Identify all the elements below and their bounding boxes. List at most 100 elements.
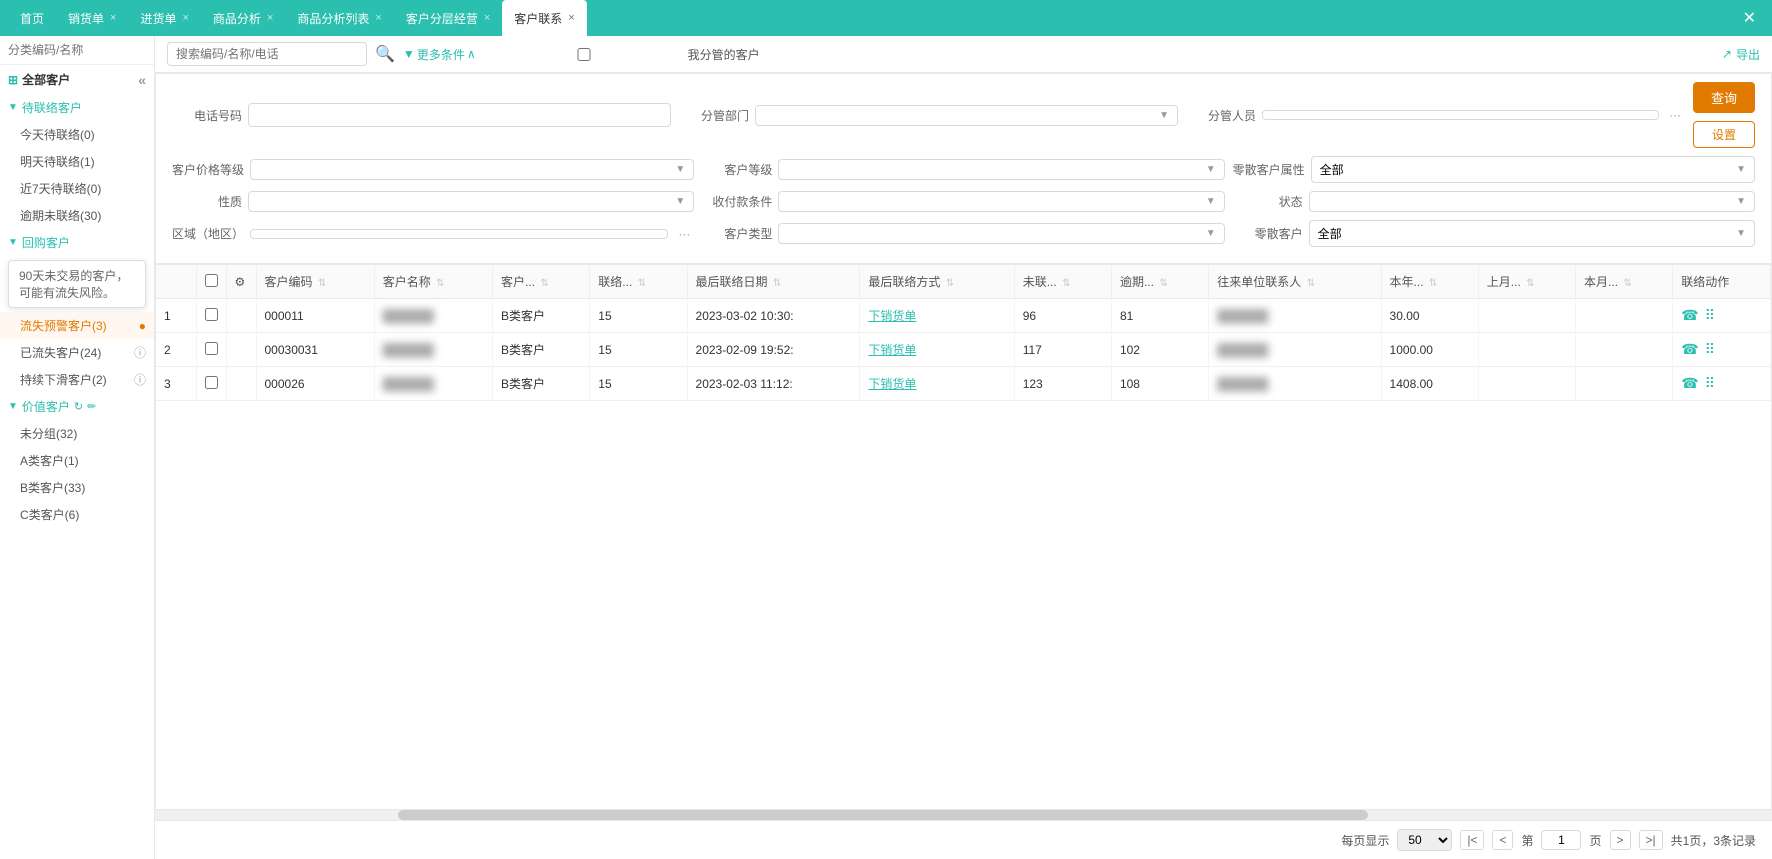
cell-last-method[interactable]: 下销货单 <box>860 299 1014 333</box>
col-customer-code-label: 客户编码 <box>265 275 313 289</box>
sidebar-churn-warning[interactable]: 流失预警客户(3) ● <box>0 312 154 339</box>
declining-label: 持续下滑客户(2) <box>20 371 107 388</box>
horizontal-scrollbar[interactable] <box>155 810 1772 820</box>
sidebar-all-customers[interactable]: ⊞ 全部客户 « <box>0 65 154 94</box>
page-input[interactable] <box>1541 830 1581 850</box>
sidebar-overdue-contact[interactable]: 逾期未联络(30) <box>0 202 154 229</box>
contact-icon[interactable]: ☎ <box>1681 307 1698 324</box>
tab-sales[interactable]: 销货单 × <box>56 0 128 36</box>
export-button[interactable]: ↗ 导出 <box>1722 46 1760 63</box>
col-last-month[interactable]: 上月... ⇅ <box>1478 265 1575 299</box>
sidebar-class-c[interactable]: C类客户(6) <box>0 501 154 528</box>
col-this-month[interactable]: 本月... ⇅ <box>1576 265 1673 299</box>
col-uncontacted[interactable]: 未联... ⇅ <box>1014 265 1111 299</box>
tab-product-analysis-close[interactable]: × <box>267 12 273 24</box>
last-page-button[interactable]: >| <box>1639 830 1663 850</box>
sidebar-ungroup[interactable]: 未分组(32) <box>0 420 154 447</box>
cell-last-method[interactable]: 下销货单 <box>860 367 1014 401</box>
payment-select[interactable]: ▼ <box>778 191 1224 212</box>
tab-purchase-close[interactable]: × <box>182 12 188 24</box>
col-unit-contact[interactable]: 往来单位联系人 ⇅ <box>1209 265 1381 299</box>
tab-sales-close[interactable]: × <box>110 12 116 24</box>
first-page-button[interactable]: |< <box>1460 830 1484 850</box>
region-select[interactable] <box>250 229 668 239</box>
cell-checkbox[interactable] <box>196 367 226 401</box>
query-button[interactable]: 查询 <box>1693 82 1755 113</box>
col-config[interactable]: ⚙ <box>226 265 256 299</box>
tab-product-analysis-list[interactable]: 商品分析列表 × <box>285 0 393 36</box>
col-customer-code[interactable]: 客户编码 ⇅ <box>256 265 374 299</box>
search-input[interactable] <box>167 42 367 66</box>
sidebar-week-contact[interactable]: 近7天待联络(0) <box>0 175 154 202</box>
last-method-link[interactable]: 下销货单 <box>868 343 916 357</box>
sidebar-tomorrow-contact[interactable]: 明天待联络(1) <box>0 148 154 175</box>
col-customer-type[interactable]: 客户... ⇅ <box>493 265 590 299</box>
collapse-icon[interactable]: « <box>138 72 146 88</box>
select-all-checkbox[interactable] <box>205 274 218 287</box>
more-actions-icon[interactable]: ⠿ <box>1705 375 1715 392</box>
row-checkbox-0[interactable] <box>205 308 218 321</box>
contact-icon[interactable]: ☎ <box>1681 375 1698 392</box>
dept-select[interactable]: ▼ <box>755 105 1178 126</box>
cell-checkbox[interactable] <box>196 333 226 367</box>
global-close-button[interactable]: ✕ <box>1735 8 1764 28</box>
value-edit-icon[interactable]: ✏ <box>87 400 96 413</box>
person-more-icon[interactable]: ··· <box>1665 108 1685 122</box>
col-overdue[interactable]: 逾期... ⇅ <box>1111 265 1208 299</box>
tab-customer-layer[interactable]: 客户分层经营 × <box>394 0 502 36</box>
more-actions-icon[interactable]: ⠿ <box>1705 341 1715 358</box>
sidebar-search-input[interactable] <box>8 43 155 57</box>
sidebar-declining-customers[interactable]: 持续下滑客户(2) ⓘ <box>0 366 154 393</box>
search-button[interactable]: 🔍 <box>375 44 395 64</box>
prev-page-button[interactable]: < <box>1492 830 1513 850</box>
price-level-select[interactable]: ▼ <box>250 159 694 180</box>
scroll-thumb[interactable] <box>398 810 1368 820</box>
col-last-date[interactable]: 最后联络日期 ⇅ <box>687 265 860 299</box>
phone-input[interactable] <box>248 103 671 127</box>
tab-customer-layer-close[interactable]: × <box>484 12 490 24</box>
next-page-button[interactable]: > <box>1610 830 1631 850</box>
tab-customer-contact[interactable]: 客户联系 × <box>502 0 586 36</box>
cell-last-method[interactable]: 下销货单 <box>860 333 1014 367</box>
row-checkbox-1[interactable] <box>205 342 218 355</box>
more-conditions-button[interactable]: ▼ 更多条件 ∧ <box>403 46 476 63</box>
sidebar-class-b[interactable]: B类客户(33) <box>0 474 154 501</box>
tab-product-analysis-list-close[interactable]: × <box>375 12 381 24</box>
sidebar-value-section[interactable]: ▼ 价值客户 ↻ ✏ <box>0 393 154 420</box>
last-method-link[interactable]: 下销货单 <box>868 377 916 391</box>
sidebar-churn-section[interactable]: ▼ 回购客户 <box>0 229 154 256</box>
customer-level-select[interactable]: ▼ <box>778 159 1224 180</box>
filter-icon: ▼ <box>403 47 415 61</box>
sidebar-today-contact[interactable]: 今天待联络(0) <box>0 121 154 148</box>
person-select[interactable] <box>1262 110 1659 120</box>
col-last-method[interactable]: 最后联络方式 ⇅ <box>860 265 1014 299</box>
tab-product-analysis[interactable]: 商品分析 × <box>201 0 285 36</box>
col-customer-name[interactable]: 客户名称 ⇅ <box>374 265 492 299</box>
tab-home[interactable]: 首页 <box>8 0 56 36</box>
my-customers-checkbox[interactable] <box>484 48 684 61</box>
tab-purchase[interactable]: 进货单 × <box>128 0 200 36</box>
last-method-link[interactable]: 下销货单 <box>868 309 916 323</box>
row-checkbox-2[interactable] <box>205 376 218 389</box>
tab-customer-contact-close[interactable]: × <box>568 12 574 24</box>
sidebar-already-churn[interactable]: 已流失客户(24) ⓘ <box>0 339 154 366</box>
region-more-icon[interactable]: ··· <box>674 227 694 241</box>
col-checkbox <box>196 265 226 299</box>
col-contact[interactable]: 联络... ⇅ <box>590 265 687 299</box>
zero-customer-select[interactable]: 全部 ▼ <box>1309 220 1755 247</box>
value-refresh-icon[interactable]: ↻ <box>74 400 83 413</box>
status-select[interactable]: ▼ <box>1309 191 1755 212</box>
per-page-select[interactable]: 50 100 <box>1397 829 1452 851</box>
sidebar-class-a[interactable]: A类客户(1) <box>0 447 154 474</box>
contact-icon[interactable]: ☎ <box>1681 341 1698 358</box>
settings-button[interactable]: 设置 <box>1693 121 1755 148</box>
more-actions-icon[interactable]: ⠿ <box>1705 307 1715 324</box>
gender-select[interactable]: ▼ <box>248 191 694 212</box>
zero-attr-select[interactable]: 全部 ▼ <box>1311 156 1755 183</box>
col-this-year[interactable]: 本年... ⇅ <box>1381 265 1478 299</box>
my-customers-checkbox-area[interactable]: 我分管的客户 <box>484 46 760 63</box>
sidebar-pending-section[interactable]: ▼ 待联络客户 <box>0 94 154 121</box>
customer-type-select[interactable]: ▼ <box>778 223 1224 244</box>
price-level-label: 客户价格等级 <box>172 161 244 178</box>
cell-checkbox[interactable] <box>196 299 226 333</box>
